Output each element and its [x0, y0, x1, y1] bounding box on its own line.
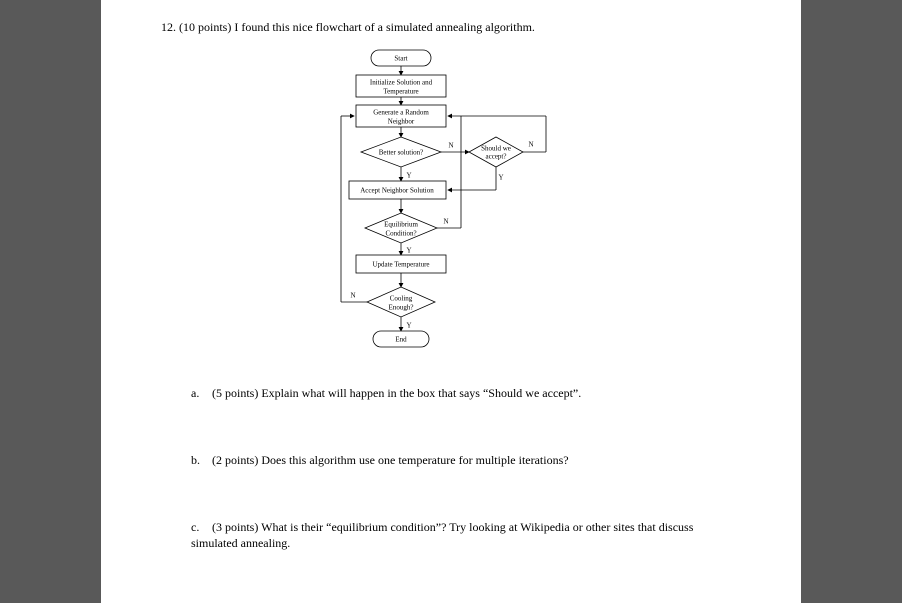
part-b-points: (2 points) — [212, 453, 258, 467]
flow-should2: accept? — [486, 153, 507, 161]
part-c-text: What is their “equilibrium condition”? T… — [191, 520, 693, 551]
flow-should1: Should we — [481, 145, 511, 153]
flow-better: Better solution? — [379, 149, 424, 157]
flow-cool1: Cooling — [390, 295, 413, 303]
question-header: 12. (10 points) I found this nice flowch… — [161, 20, 741, 35]
flow-cool2: Enough? — [389, 304, 414, 312]
part-b-text: Does this algorithm use one temperature … — [261, 453, 568, 467]
flow-start: Start — [394, 55, 407, 63]
label-y-3: Y — [406, 247, 411, 255]
part-a-text: Explain what will happen in the box that… — [261, 386, 581, 400]
flowchart: Start Initialize Solution and Temperatur… — [301, 45, 601, 365]
flow-init1: Initialize Solution and — [370, 79, 433, 87]
part-a: a. (5 points) Explain what will happen i… — [191, 385, 741, 402]
label-n-4: N — [350, 292, 355, 300]
label-n-1: N — [448, 142, 453, 150]
flow-end: End — [395, 336, 407, 344]
label-y-4: Y — [406, 322, 411, 330]
label-y-1: Y — [498, 174, 503, 182]
label-y-2: Y — [406, 172, 411, 180]
flow-gen1: Generate a Random — [373, 109, 429, 117]
flow-accept: Accept Neighbor Solution — [360, 187, 434, 195]
flow-gen2: Neighbor — [388, 118, 415, 126]
part-a-letter: a. — [191, 385, 209, 402]
part-c-letter: c. — [191, 519, 209, 536]
label-n-3: N — [443, 218, 448, 226]
flow-equil2: Condition? — [385, 230, 416, 238]
flow-update: Update Temperature — [372, 261, 429, 269]
label-n-2: N — [528, 141, 533, 149]
part-b: b. (2 points) Does this algorithm use on… — [191, 452, 741, 469]
part-c-points: (3 points) — [212, 520, 258, 534]
flow-init2: Temperature — [383, 88, 418, 96]
question-points: (10 points) — [179, 20, 231, 34]
part-b-letter: b. — [191, 452, 209, 469]
document-page: 12. (10 points) I found this nice flowch… — [101, 0, 801, 603]
part-c: c. (3 points) What is their “equilibrium… — [191, 519, 741, 553]
flow-equil1: Equilibrium — [384, 221, 418, 229]
question-text: I found this nice flowchart of a simulat… — [234, 20, 535, 34]
question-number: 12. — [161, 20, 176, 34]
part-a-points: (5 points) — [212, 386, 258, 400]
